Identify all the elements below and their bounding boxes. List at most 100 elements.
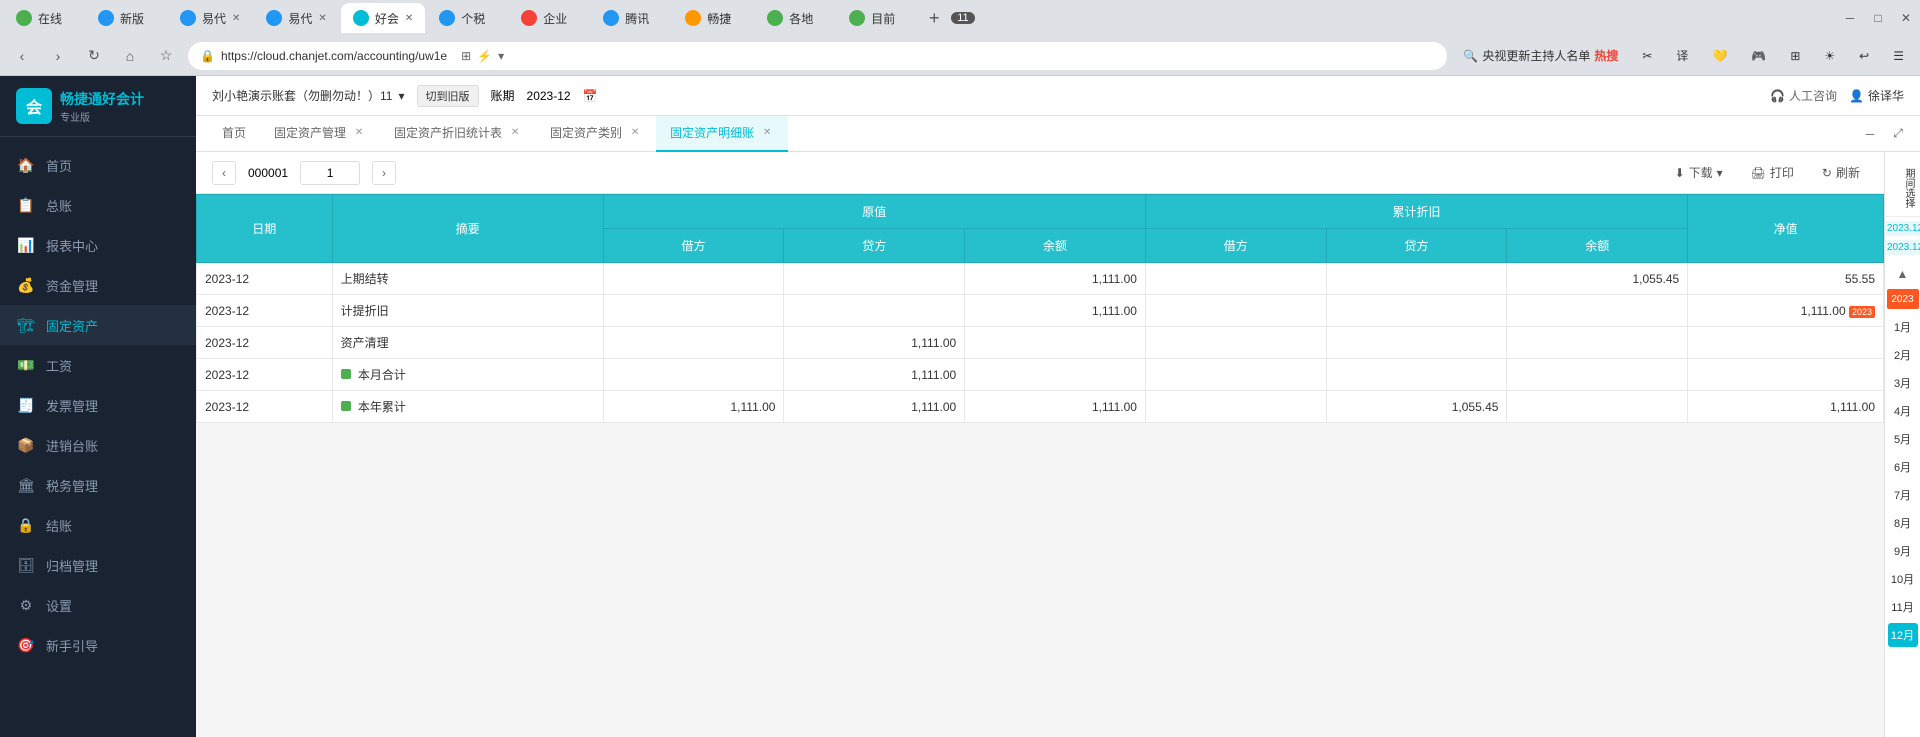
- month-2[interactable]: 2月: [1888, 343, 1918, 367]
- browser-tab-changjie[interactable]: 畅捷: [673, 3, 753, 33]
- sidebar-item-tax[interactable]: 🏛 税务管理: [0, 465, 196, 505]
- month-10[interactable]: 10月: [1888, 567, 1918, 591]
- prev-page-button[interactable]: ‹: [212, 161, 236, 185]
- cell-summary[interactable]: 上期结转: [332, 263, 603, 295]
- sidebar-item-invoice[interactable]: 🧾 发票管理: [0, 385, 196, 425]
- tab-close-icon[interactable]: ✕: [760, 126, 774, 140]
- browser-tab-online[interactable]: 在线: [4, 3, 84, 33]
- month-5[interactable]: 5月: [1888, 427, 1918, 451]
- scissors-btn[interactable]: ✂: [1634, 45, 1660, 67]
- forward-button[interactable]: ›: [44, 42, 72, 70]
- game-btn[interactable]: 🎮: [1743, 45, 1774, 67]
- wallet-btn[interactable]: 💛: [1704, 45, 1735, 67]
- browser-tab-yidai1[interactable]: 易代 ✕: [168, 3, 252, 33]
- month-6[interactable]: 6月: [1888, 455, 1918, 479]
- cell-summary[interactable]: 本月合计: [332, 359, 603, 391]
- cell-summary[interactable]: 本年累计: [332, 391, 603, 423]
- search-area[interactable]: 🔍 央视更新主持人名单 热搜: [1455, 43, 1626, 68]
- cell-dep-credit: 1,055.45: [1326, 391, 1507, 423]
- browser-tab-geshui[interactable]: 个税: [427, 3, 507, 33]
- sidebar-item-archive[interactable]: 🗄 归档管理: [0, 545, 196, 585]
- translate-btn[interactable]: 译: [1668, 43, 1696, 68]
- browser-tab-gedi[interactable]: 各地: [755, 3, 835, 33]
- tab-favicon: [603, 10, 619, 26]
- sidebar-item-guide[interactable]: 🎯 新手引导: [0, 625, 196, 665]
- sidebar-item-funds[interactable]: 💰 资金管理: [0, 265, 196, 305]
- minimize-btn[interactable]: ─: [1840, 8, 1860, 28]
- next-page-button[interactable]: ›: [372, 161, 396, 185]
- sidebar-item-closing[interactable]: 🔒 结账: [0, 505, 196, 545]
- calendar-icon[interactable]: 📅: [583, 89, 598, 103]
- dropdown-icon[interactable]: ▾: [398, 89, 404, 103]
- tab-favicon: [266, 10, 282, 26]
- tab-favicon: [353, 10, 369, 26]
- back-button[interactable]: ‹: [8, 42, 36, 70]
- tab-close-icon[interactable]: ✕: [352, 126, 366, 140]
- cell-summary[interactable]: 计提折旧: [332, 295, 603, 327]
- month-4[interactable]: 4月: [1888, 399, 1918, 423]
- close-btn[interactable]: ✕: [1896, 8, 1916, 28]
- month-9[interactable]: 9月: [1888, 539, 1918, 563]
- guide-icon: 🎯: [16, 635, 36, 655]
- browser-tab-tencent[interactable]: 腾讯: [591, 3, 671, 33]
- browser-tab-new[interactable]: 新版: [86, 3, 166, 33]
- month-2023[interactable]: 2023: [1887, 289, 1919, 309]
- download-button[interactable]: ⬇ 下载 ▾: [1667, 160, 1731, 185]
- tab-close-icon[interactable]: ✕: [232, 13, 240, 24]
- cell-summary[interactable]: 资产清理: [332, 327, 603, 359]
- sidebar-item-general-ledger[interactable]: 📋 总账: [0, 185, 196, 225]
- refresh-data-button[interactable]: ↻ 刷新: [1814, 160, 1868, 185]
- sidebar-item-reports[interactable]: 📊 报表中心: [0, 225, 196, 265]
- tab-asset-detail[interactable]: 固定资产明细账 ✕: [656, 116, 788, 152]
- sidebar-item-home[interactable]: 🏠 首页: [0, 145, 196, 185]
- month-1[interactable]: 1月: [1888, 315, 1918, 339]
- sidebar-item-fixed-assets[interactable]: 🏗 固定资产: [0, 305, 196, 345]
- sidebar-item-settings[interactable]: ⚙ 设置: [0, 585, 196, 625]
- tab-home[interactable]: 首页: [208, 116, 260, 152]
- history-btn[interactable]: ↩: [1851, 45, 1877, 67]
- browser-tab-qiye[interactable]: 企业: [509, 3, 589, 33]
- print-label: 打印: [1770, 164, 1794, 181]
- help-button[interactable]: 🎧 人工咨询: [1770, 87, 1837, 104]
- month-11[interactable]: 11月: [1888, 595, 1918, 619]
- month-8[interactable]: 8月: [1888, 511, 1918, 535]
- maximize-btn[interactable]: □: [1868, 8, 1888, 28]
- address-input[interactable]: 🔒 https://cloud.chanjet.com/accounting/u…: [188, 42, 1447, 70]
- period-date-1[interactable]: 2023.12: [1885, 221, 1920, 236]
- cell-net-value: 55.55: [1688, 263, 1884, 295]
- browser-tab-yidai2[interactable]: 易代 ✕: [254, 3, 338, 33]
- bookmark-button[interactable]: ☆: [152, 42, 180, 70]
- tab-close-icon[interactable]: ✕: [628, 126, 642, 140]
- header-original-value: 原值: [603, 195, 1145, 229]
- cell-dep-balance: [1507, 295, 1688, 327]
- tab-asset-category[interactable]: 固定资产类别 ✕: [536, 116, 656, 152]
- sidebar-item-payroll[interactable]: 💵 工资: [0, 345, 196, 385]
- collapse-button[interactable]: ─: [1860, 124, 1880, 144]
- tab-close-icon[interactable]: ✕: [508, 126, 522, 140]
- page-input[interactable]: [300, 161, 360, 185]
- sub-header-dep-debit: 借方: [1145, 229, 1326, 263]
- user-avatar[interactable]: 👤 徐译华: [1849, 87, 1904, 104]
- expand-button[interactable]: ⤢: [1888, 124, 1908, 144]
- tab-close-icon[interactable]: ✕: [405, 13, 413, 24]
- print-button[interactable]: 🖨 打印: [1743, 160, 1802, 185]
- dropdown-icon[interactable]: ▾: [498, 49, 504, 63]
- grid-btn[interactable]: ⊞: [1782, 45, 1808, 67]
- theme-btn[interactable]: ☀: [1816, 45, 1843, 67]
- tab-fixed-assets-mgmt[interactable]: 固定资产管理 ✕: [260, 116, 380, 152]
- month-7[interactable]: 7月: [1888, 483, 1918, 507]
- refresh-button[interactable]: ↻: [80, 42, 108, 70]
- scroll-up-button[interactable]: ▲: [1885, 263, 1920, 285]
- new-tab-button[interactable]: +: [919, 3, 949, 33]
- month-3[interactable]: 3月: [1888, 371, 1918, 395]
- menu-btn[interactable]: ☰: [1885, 45, 1912, 67]
- switch-version-button[interactable]: 切到旧版: [417, 85, 479, 107]
- month-12[interactable]: 12月: [1888, 623, 1918, 647]
- tab-depreciation-stats[interactable]: 固定资产折旧统计表 ✕: [380, 116, 536, 152]
- sidebar-item-inventory[interactable]: 📦 进销台账: [0, 425, 196, 465]
- browser-tab-muqian[interactable]: 目前: [837, 3, 917, 33]
- browser-tab-haokuai[interactable]: 好会 ✕: [341, 3, 425, 33]
- home-button[interactable]: ⌂: [116, 42, 144, 70]
- tab-close-icon[interactable]: ✕: [318, 13, 326, 24]
- period-date-2[interactable]: 2023.12: [1885, 240, 1920, 255]
